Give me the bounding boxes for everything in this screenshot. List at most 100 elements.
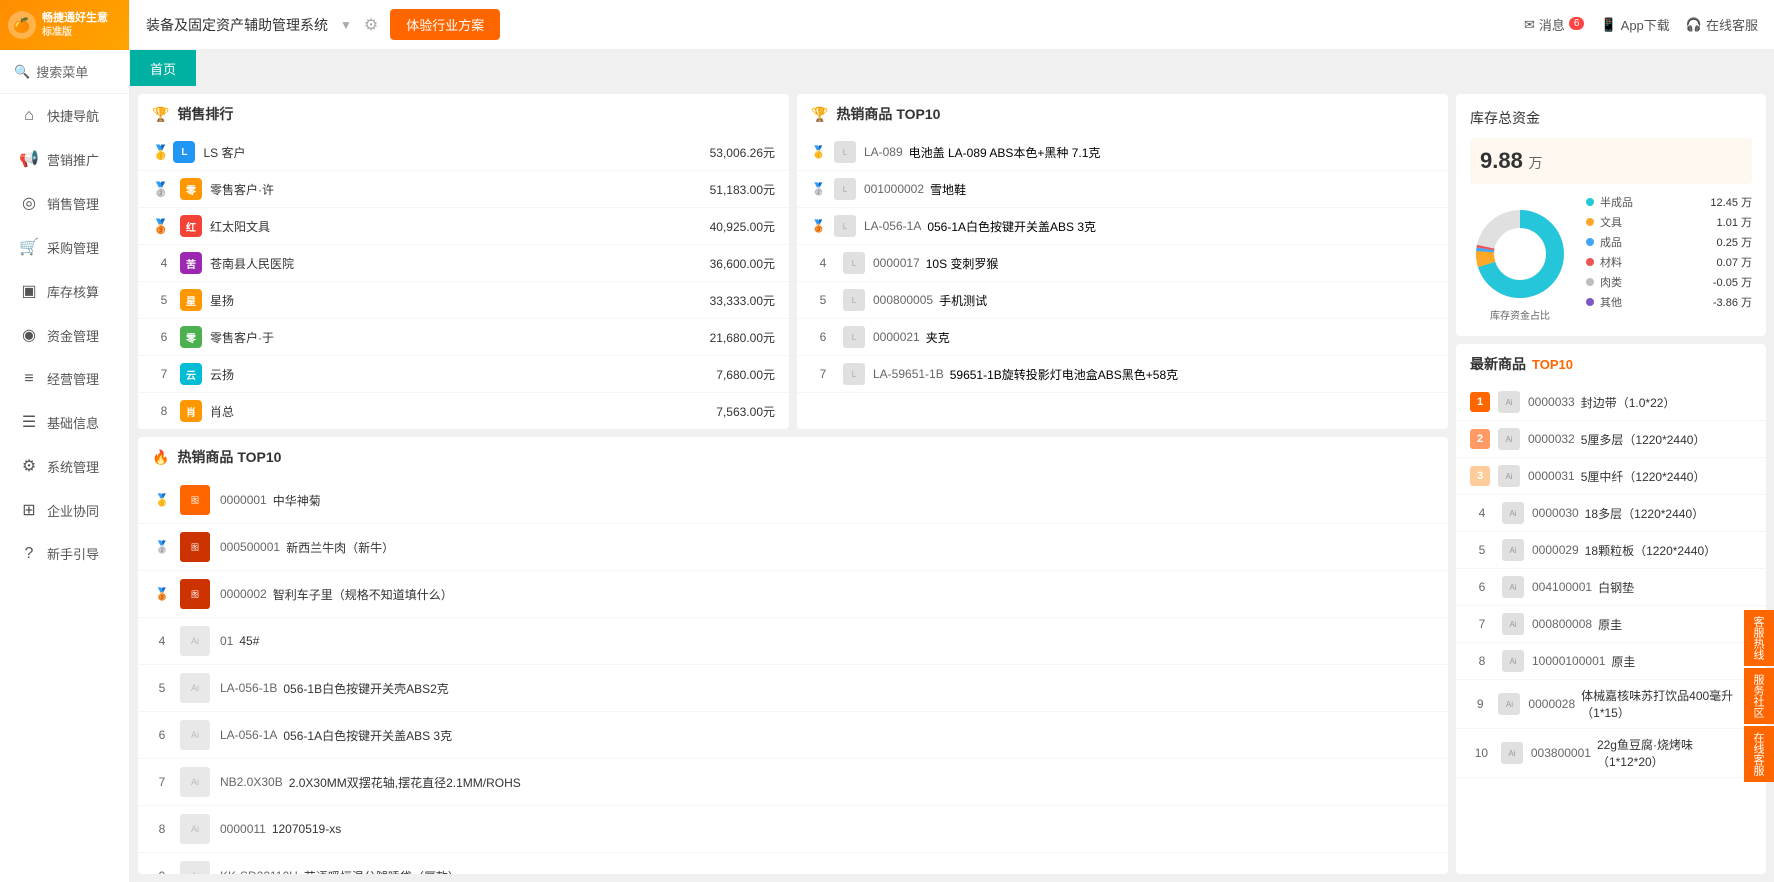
sidebar-item-marketing[interactable]: 📢 营销推广 [0,137,129,181]
inventory-amount: 9.88 [1480,148,1523,173]
table-row: 8 肖 肖总 7,563.00元 [138,393,789,429]
search-menu-button[interactable]: 🔍 搜索菜单 [8,58,121,85]
settings-icon[interactable]: ⚙ [364,15,378,35]
list-item: 3 Ai 0000031 5厘中纤（1220*2440） [1456,458,1766,495]
rank-number: 8 [152,822,172,836]
table-row: 6 零 零售客户·于 21,680.00元 [138,319,789,356]
list-item: 🥈 图 000500001 新西兰牛肉（新牛） [138,524,1448,571]
list-item: 5 Ai 0000029 18颗粒板（1220*2440） [1456,532,1766,569]
list-item: 9 Ai 0000028 体械嘉核味苏打饮品400毫升（1*15） [1456,680,1766,729]
trophy-icon-header: 🏆 [152,106,169,123]
table-row: 4 L 0000017 10S 变刺罗猴 [797,245,1448,282]
mobile-icon: 📱 [1600,17,1616,33]
legend-item: 成品 0.25 万 [1586,234,1752,250]
avatar: 星 [180,289,202,311]
rank-number: 9 [1470,697,1490,711]
product-image: Ai [1502,502,1524,524]
table-row: 5 星 星扬 33,333.00元 [138,282,789,319]
main-area: 装备及固定资产辅助管理系统 ▼ ⚙ 体验行业方案 ✉ 消息 6 📱 App下载 … [130,0,1774,882]
page-tabs: 首页 [130,50,1774,86]
sidebar-item-inventory[interactable]: ▣ 库存核算 [0,269,129,313]
avatar: 肖 [180,400,202,422]
list-item: 1 Ai 0000033 封边带（1.0*22） [1456,384,1766,421]
legend-item: 肉类 -0.05 万 [1586,274,1752,290]
try-plan-button[interactable]: 体验行业方案 [390,9,500,40]
list-item: 7 Ai 000800008 原圭 [1456,606,1766,643]
new-products-header: 最新商品 TOP10 [1456,344,1766,384]
product-thumbnail: Ai [180,673,210,703]
product-image: L [843,363,865,385]
sidebar-item-system[interactable]: ⚙ 系统管理 [0,444,129,488]
list-item: 🥉 图 0000002 智利车子里（规格不知道填什么） [138,571,1448,618]
table-row: 🥇 L LA-089 电池盖 LA-089 ABS本色+黑种 7.1克 [797,134,1448,171]
tab-home[interactable]: 首页 [130,50,196,86]
hot-products-main-list: 🥇 图 0000001 中华神菊 🥈 图 000500001 新西兰牛肉（新牛）… [138,477,1448,874]
marketing-icon: 📢 [19,149,39,169]
rank-number: 5 [1470,543,1494,557]
sidebar-item-finance[interactable]: ◉ 资金管理 [0,313,129,357]
product-thumbnail: Ai [180,626,210,656]
rank-gold-icon: 🥇 [811,145,826,159]
rank-number: 7 [1470,617,1494,631]
product-image: L [834,215,856,237]
sidebar-item-operations[interactable]: ≡ 经营管理 [0,357,129,400]
donut-svg: 库存资金占比 [1470,204,1570,304]
top-section: 🏆 销售排行 🥇 L LS 客户 53,006.26元 🥈 零 [138,94,1448,429]
product-image: L [834,178,856,200]
product-image: Ai [1498,693,1520,715]
list-item: 2 Ai 0000032 5厘多层（1220*2440） [1456,421,1766,458]
table-row: 🥉 L LA-056-1A 056-1A白色按键开关盖ABS 3克 [797,208,1448,245]
app-download-button[interactable]: 📱 App下载 [1600,15,1669,34]
service-community-button[interactable]: 服务社区 [1744,668,1774,724]
float-service: 客服热线 服务社区 在线客服 [1744,610,1774,782]
system-icon: ⚙ [19,456,39,476]
rank-bronze-icon: 🥉 [152,587,172,601]
search-icon: 🔍 [14,64,30,80]
sidebar-search-area[interactable]: 🔍 搜索菜单 [0,50,129,94]
trophy-icon: 🏆 [811,106,828,123]
hot-products-top-header: 🏆 热销商品 TOP10 [797,94,1448,134]
service-hotline-button[interactable]: 客服热线 [1744,610,1774,666]
sidebar-item-purchase[interactable]: 🛒 采购管理 [0,225,129,269]
table-row: 5 L 000800005 手机测试 [797,282,1448,319]
sales-icon: ◎ [19,193,39,213]
rank-number: 8 [1470,654,1494,668]
list-item: 6 Ai LA-056-1A 056-1A白色按键开关盖ABS 3克 [138,712,1448,759]
avatar: 红 [180,215,202,237]
dropdown-arrow[interactable]: ▼ [340,18,352,32]
sidebar-item-home[interactable]: ⌂ 快捷导航 [0,94,129,137]
sidebar-item-guide[interactable]: ? 新手引导 [0,532,129,575]
sidebar: 🍊 畅捷通好生意 标准版 🔍 搜索菜单 ⌂ 快捷导航 📢 营销推广 ◎ 销售管理… [0,0,130,882]
rank-number: 4 [152,634,172,648]
list-item: 5 Ai LA-056-1B 056-1B白色按键开关壳ABS2克 [138,665,1448,712]
legend-dot [1586,238,1594,246]
product-image: L [843,326,865,348]
product-image: Ai [1502,650,1524,672]
topbar-right: ✉ 消息 6 📱 App下载 🎧 在线客服 [1524,15,1758,34]
inventory-unit: 万 [1528,155,1542,171]
product-image: L [843,252,865,274]
sidebar-item-corp[interactable]: ⊞ 企业协同 [0,488,129,532]
logo-text: 畅捷通好生意 标准版 [42,11,108,38]
inventory-icon: ▣ [19,281,39,301]
list-item: 4 Ai 01 45# [138,618,1448,665]
product-image: L [834,141,856,163]
middle-panel: 🏆 销售排行 🥇 L LS 客户 53,006.26元 🥈 零 [138,94,1448,874]
headset-icon: 🎧 [1686,17,1702,33]
sidebar-item-sales[interactable]: ◎ 销售管理 [0,181,129,225]
messages-button[interactable]: ✉ 消息 6 [1524,15,1584,34]
sales-ranking-list: 🥇 L LS 客户 53,006.26元 🥈 零 零售客户·许 51,183.0… [138,134,789,429]
rank-number: 10 [1470,746,1493,760]
legend-item: 其他 -3.86 万 [1586,294,1752,310]
online-chat-button[interactable]: 在线客服 [1744,726,1774,782]
rank-number: 4 [811,256,835,270]
sidebar-item-basic[interactable]: ☰ 基础信息 [0,400,129,444]
trophy-gold-icon: 🥇 [152,144,169,161]
online-service-button[interactable]: 🎧 在线客服 [1686,15,1758,34]
product-thumbnail: Ai [180,767,210,797]
rank-number: 7 [152,367,176,381]
rank-number: 7 [152,775,172,789]
product-image: Ai [1502,613,1524,635]
new-products-card: 最新商品 TOP10 1 Ai 0000033 封边带（1.0*22） 2 Ai… [1456,344,1766,874]
list-item: 4 Ai 0000030 18多层（1220*2440） [1456,495,1766,532]
